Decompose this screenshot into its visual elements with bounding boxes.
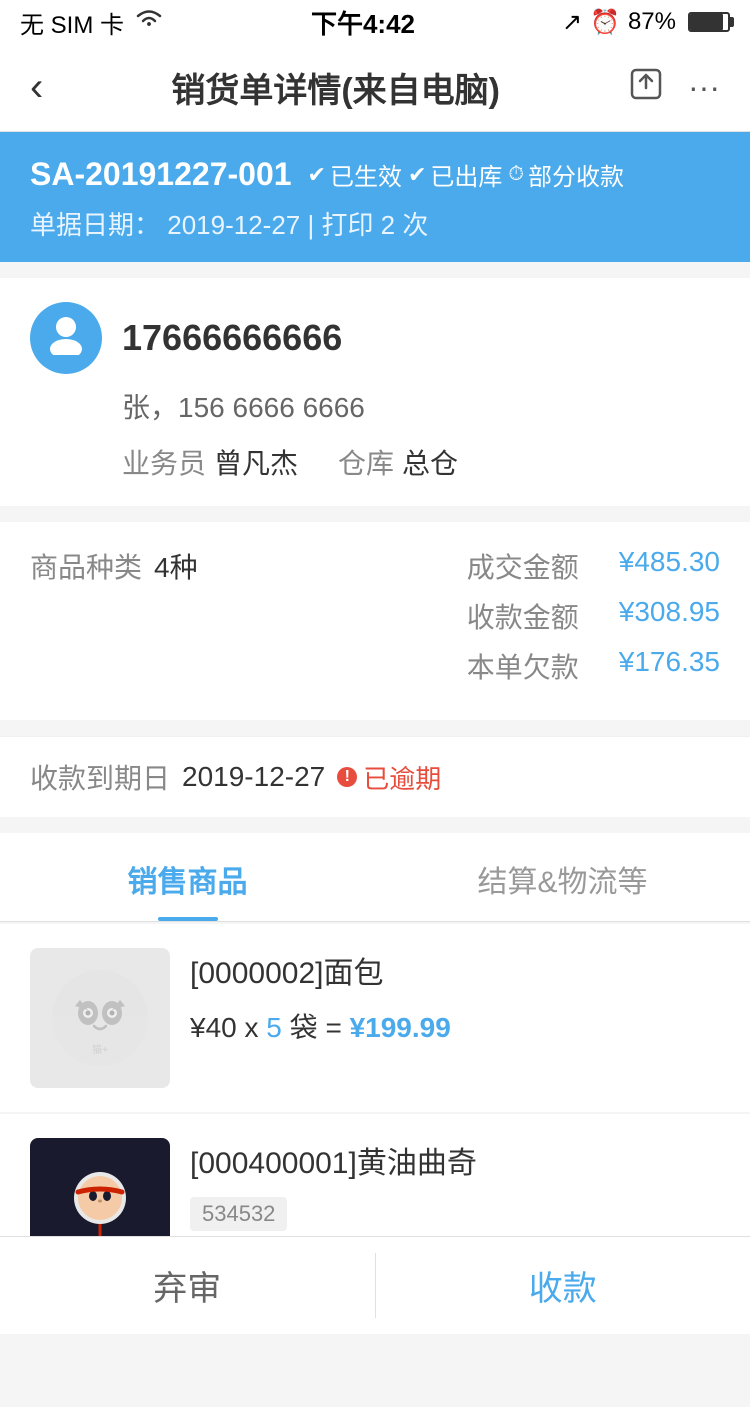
check-icon-1: ✔ bbox=[308, 162, 326, 188]
received-label: 收款金额 bbox=[467, 596, 579, 636]
product-badge-2: 534532 bbox=[190, 1197, 287, 1231]
tab-label-1: 销售商品 bbox=[128, 866, 248, 899]
cancel-button[interactable]: 弃审 bbox=[0, 1237, 375, 1334]
status-shipped: ✔ 已出库 bbox=[408, 157, 502, 192]
product-thumb-1: 猫+ bbox=[30, 948, 170, 1088]
tab-label-2: 结算&物流等 bbox=[477, 866, 647, 899]
product-price-row-1: ¥40 x 5 袋 = ¥199.99 bbox=[190, 1006, 720, 1046]
product-price-1: ¥40 bbox=[190, 1012, 237, 1043]
debt-label: 本单欠款 bbox=[467, 646, 579, 686]
doc-date-label: 单据日期： bbox=[30, 210, 160, 240]
due-date-section: 收款到期日 2019-12-27 ! 已逾期 bbox=[0, 736, 750, 817]
product-name-1: [0000002]面包 bbox=[190, 948, 720, 992]
overdue-icon: ! bbox=[337, 767, 357, 787]
summary-right: 成交金额 ¥485.30 收款金额 ¥308.95 本单欠款 ¥176.35 bbox=[467, 546, 720, 696]
product-types: 商品种类 4种 bbox=[30, 546, 198, 586]
nav-bar: ‹ 销货单详情(来自电脑) ··· bbox=[0, 44, 750, 132]
status-activated: ✔ 已生效 bbox=[308, 157, 402, 192]
svg-text:猫+: 猫+ bbox=[92, 1043, 108, 1056]
confirm-button[interactable]: 收款 bbox=[376, 1237, 750, 1334]
product-item-1: 猫+ [0000002]面包 ¥40 x 5 袋 = ¥199.99 bbox=[0, 924, 750, 1112]
product-unit-1: 袋 bbox=[290, 1012, 318, 1043]
summary-section: 商品种类 4种 成交金额 ¥485.30 收款金额 ¥308.95 本单欠款 ¥… bbox=[0, 522, 750, 720]
price-equals-1: = bbox=[325, 1012, 349, 1043]
avatar bbox=[30, 302, 102, 374]
overdue-text: 已逾期 bbox=[363, 759, 441, 796]
clock-icon: ⏱ bbox=[508, 163, 524, 186]
product-total-1: ¥199.99 bbox=[350, 1012, 451, 1043]
order-id: SA-20191227-001 bbox=[30, 156, 292, 193]
deal-amount-label: 成交金额 bbox=[467, 546, 579, 586]
warehouse-label: 仓库 bbox=[338, 442, 394, 482]
status-bar: 无 SIM 卡 下午4:42 ↗ ⏰ 87% bbox=[0, 0, 750, 44]
share-icon[interactable] bbox=[628, 66, 664, 110]
staff-warehouse-row: 业务员 曾凡杰 仓库 总仓 bbox=[30, 442, 720, 482]
deal-amount-row: 成交金额 ¥485.30 bbox=[467, 546, 720, 586]
thumb-placeholder-1: 猫+ bbox=[30, 948, 170, 1088]
carrier-text: 无 SIM 卡 bbox=[20, 5, 124, 40]
summary-left: 商品种类 4种 bbox=[30, 546, 198, 586]
status-partial: ⏱ 部分收款 bbox=[508, 157, 624, 192]
tabs-section: 销售商品 结算&物流等 bbox=[0, 833, 750, 922]
warehouse-name: 总仓 bbox=[402, 442, 458, 482]
status-right: ↗ ⏰ 87% bbox=[562, 8, 730, 37]
tab-settlement[interactable]: 结算&物流等 bbox=[375, 833, 750, 921]
status-text-2: 已出库 bbox=[430, 157, 502, 192]
customer-id: 17666666666 bbox=[122, 317, 342, 359]
more-icon[interactable]: ··· bbox=[688, 69, 720, 106]
customer-detail: 张，156 6666 6666 bbox=[30, 386, 720, 426]
customer-row: 17666666666 bbox=[30, 302, 720, 374]
debt-value: ¥176.35 bbox=[619, 646, 720, 686]
person-icon bbox=[44, 311, 88, 365]
types-label: 商品种类 bbox=[30, 546, 142, 586]
battery-icon bbox=[688, 12, 730, 32]
due-label: 收款到期日 bbox=[30, 757, 170, 797]
page-title: 销货单详情(来自电脑) bbox=[171, 63, 500, 112]
doc-date-value: 2019-12-27 bbox=[167, 210, 300, 240]
product-info-1: [0000002]面包 ¥40 x 5 袋 = ¥199.99 bbox=[190, 948, 720, 1046]
order-id-row: SA-20191227-001 ✔ 已生效 ✔ 已出库 ⏱ 部分收款 bbox=[30, 156, 720, 193]
price-multiply-1: x bbox=[245, 1012, 267, 1043]
staff-label: 业务员 bbox=[122, 442, 206, 482]
warehouse-item: 仓库 总仓 bbox=[338, 442, 458, 482]
customer-section: 17666666666 张，156 6666 6666 业务员 曾凡杰 仓库 总… bbox=[0, 278, 750, 506]
alarm-icon: ⏰ bbox=[590, 8, 620, 37]
status-text-3: 部分收款 bbox=[528, 157, 624, 192]
due-date-value: 2019-12-27 bbox=[182, 761, 325, 793]
staff-item: 业务员 曾凡杰 bbox=[122, 442, 298, 482]
received-amount-row: 收款金额 ¥308.95 bbox=[467, 596, 720, 636]
status-text-1: 已生效 bbox=[330, 157, 402, 192]
overdue-badge: ! 已逾期 bbox=[337, 759, 441, 796]
status-time: 下午4:42 bbox=[311, 4, 415, 41]
location-icon: ↗ bbox=[562, 8, 582, 37]
doc-date-row: 单据日期： 2019-12-27 | 打印 2 次 bbox=[30, 205, 720, 242]
product-name-2: [000400001]黄油曲奇 bbox=[190, 1138, 720, 1182]
bottom-bar: 弃审 收款 bbox=[0, 1236, 750, 1334]
status-left: 无 SIM 卡 bbox=[20, 5, 164, 40]
status-badges: ✔ 已生效 ✔ 已出库 ⏱ 部分收款 bbox=[308, 157, 624, 192]
staff-name: 曾凡杰 bbox=[214, 442, 298, 482]
debt-amount-row: 本单欠款 ¥176.35 bbox=[467, 646, 720, 686]
nav-actions: ··· bbox=[628, 66, 720, 110]
types-value: 4种 bbox=[154, 546, 198, 586]
battery-text: 87% bbox=[628, 8, 676, 36]
print-info: | 打印 2 次 bbox=[307, 210, 428, 240]
check-icon-2: ✔ bbox=[408, 162, 426, 188]
wifi-icon bbox=[134, 8, 164, 37]
back-button[interactable]: ‹ bbox=[30, 65, 43, 110]
order-header: SA-20191227-001 ✔ 已生效 ✔ 已出库 ⏱ 部分收款 单据日期：… bbox=[0, 132, 750, 262]
deal-amount-value: ¥485.30 bbox=[619, 546, 720, 586]
received-value: ¥308.95 bbox=[619, 596, 720, 636]
tab-sales-products[interactable]: 销售商品 bbox=[0, 833, 375, 921]
product-quantity-1: 5 bbox=[266, 1012, 282, 1043]
